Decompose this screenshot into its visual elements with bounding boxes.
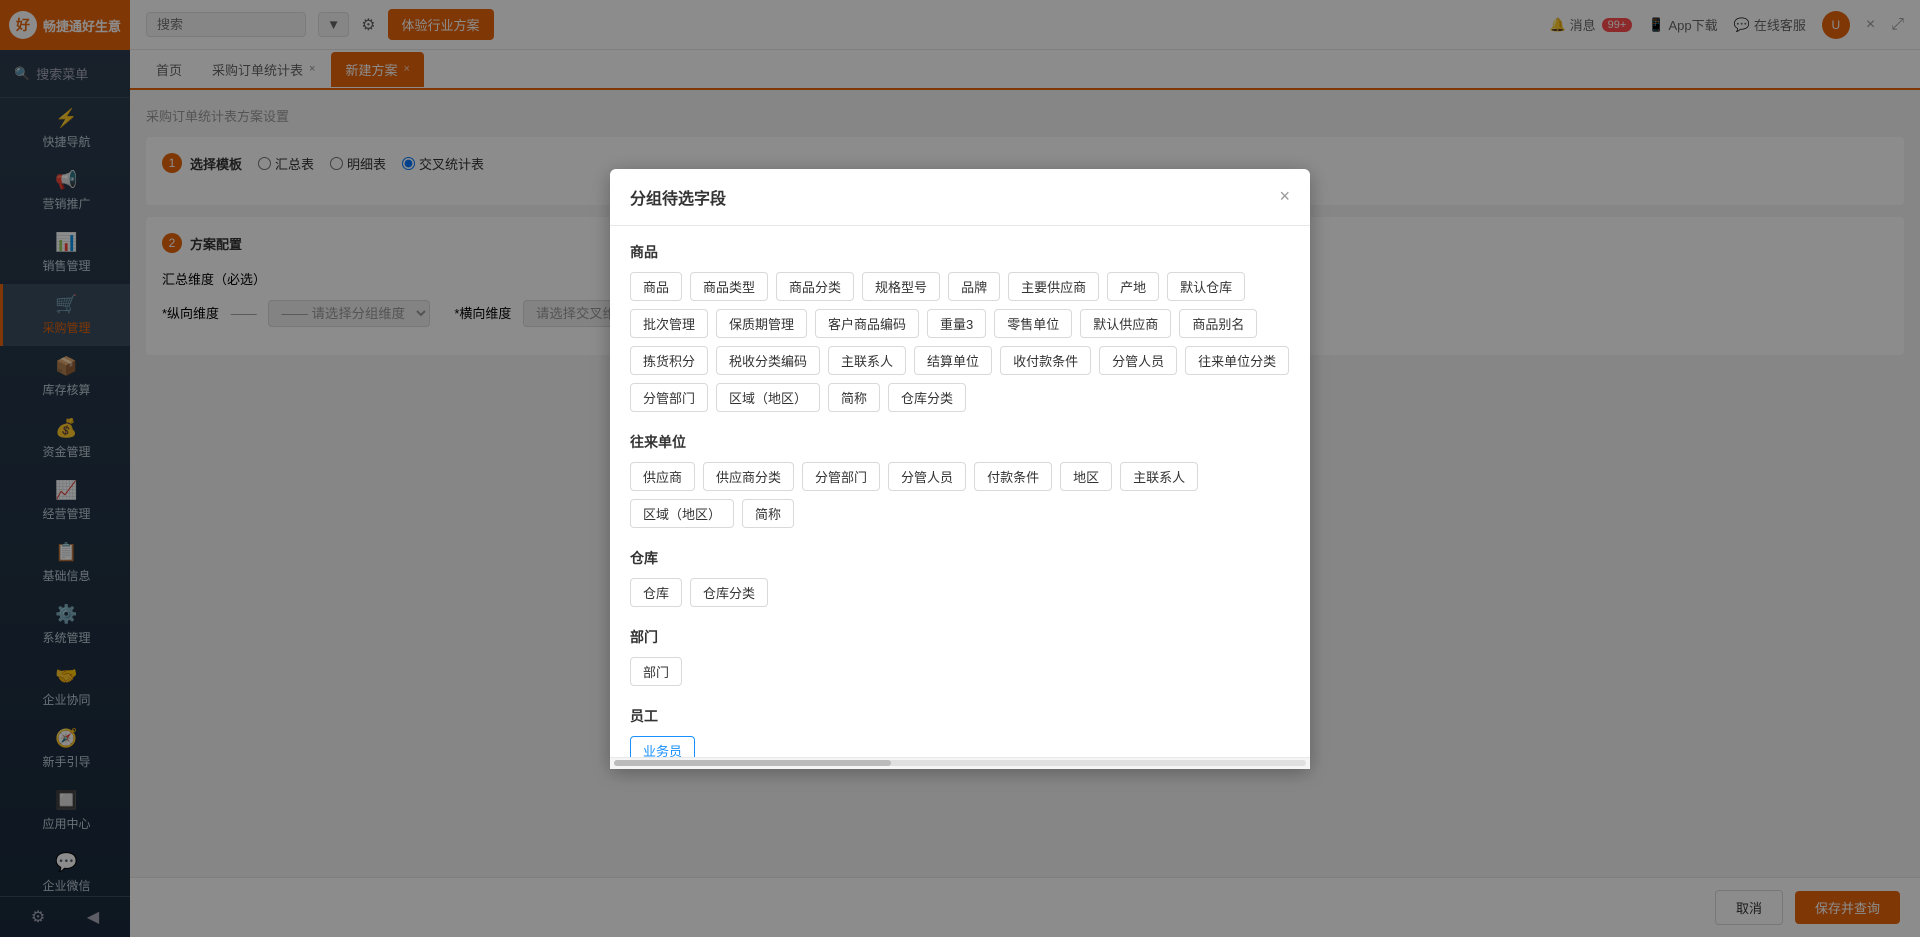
field-tag[interactable]: 仓库 [630,578,682,607]
field-group-warehouse-title: 仓库 [630,548,1290,568]
field-tag[interactable]: 批次管理 [630,309,708,338]
scrollbar-thumb [614,760,891,766]
field-group-product: 商品 商品 商品类型 商品分类 规格型号 品牌 主要供应商 产地 默认仓库 批次… [630,242,1290,412]
field-tag[interactable]: 地区 [1060,462,1112,491]
field-tag[interactable]: 重量3 [927,309,986,338]
field-tag[interactable]: 区域（地区） [630,499,734,528]
field-tag[interactable]: 简称 [828,383,880,412]
modal-close-button[interactable]: × [1279,186,1290,207]
field-tag[interactable]: 商品 [630,272,682,301]
field-tag[interactable]: 默认供应商 [1080,309,1171,338]
field-tag[interactable]: 仓库分类 [690,578,768,607]
scrollbar-track [614,760,1306,766]
modal-body[interactable]: 商品 商品 商品类型 商品分类 规格型号 品牌 主要供应商 产地 默认仓库 批次… [610,226,1310,757]
field-tag[interactable]: 主联系人 [828,346,906,375]
field-group-partner-title: 往来单位 [630,432,1290,452]
field-tag[interactable]: 保质期管理 [716,309,807,338]
field-tag[interactable]: 付款条件 [974,462,1052,491]
field-tag[interactable]: 区域（地区） [716,383,820,412]
field-tag[interactable]: 简称 [742,499,794,528]
field-selection-modal: 分组待选字段 × 商品 商品 商品类型 商品分类 规格型号 品牌 主要供应商 产… [610,169,1310,769]
field-tag[interactable]: 结算单位 [914,346,992,375]
field-tag[interactable]: 分管部门 [802,462,880,491]
field-tag[interactable]: 供应商 [630,462,695,491]
field-tag[interactable]: 税收分类编码 [716,346,820,375]
field-group-product-title: 商品 [630,242,1290,262]
partner-field-tags: 供应商 供应商分类 分管部门 分管人员 付款条件 地区 主联系人 区域（地区） … [630,462,1290,528]
department-field-tags: 部门 [630,657,1290,686]
field-tag[interactable]: 收付款条件 [1000,346,1091,375]
field-tag[interactable]: 零售单位 [994,309,1072,338]
field-tag[interactable]: 主要供应商 [1008,272,1099,301]
field-group-department-title: 部门 [630,627,1290,647]
field-tag-employee[interactable]: 业务员 [630,736,695,757]
employee-field-tags: 业务员 [630,736,1290,757]
field-tag[interactable]: 规格型号 [862,272,940,301]
modal-scrollbar[interactable] [610,757,1310,769]
warehouse-field-tags: 仓库 仓库分类 [630,578,1290,607]
modal-overlay: 分组待选字段 × 商品 商品 商品类型 商品分类 规格型号 品牌 主要供应商 产… [0,0,1920,937]
field-tag[interactable]: 分管人员 [1099,346,1177,375]
field-tag[interactable]: 客户商品编码 [815,309,919,338]
field-tag[interactable]: 商品类型 [690,272,768,301]
field-group-employee-title: 员工 [630,706,1290,726]
field-tag[interactable]: 部门 [630,657,682,686]
field-tag[interactable]: 分管部门 [630,383,708,412]
field-group-department: 部门 部门 [630,627,1290,686]
field-group-warehouse: 仓库 仓库 仓库分类 [630,548,1290,607]
product-field-tags: 商品 商品类型 商品分类 规格型号 品牌 主要供应商 产地 默认仓库 批次管理 … [630,272,1290,412]
field-tag[interactable]: 默认仓库 [1167,272,1245,301]
field-tag[interactable]: 供应商分类 [703,462,794,491]
field-tag[interactable]: 商品分类 [776,272,854,301]
field-tag[interactable]: 分管人员 [888,462,966,491]
field-tag[interactable]: 拣货积分 [630,346,708,375]
modal-header: 分组待选字段 × [610,169,1310,226]
field-tag[interactable]: 仓库分类 [888,383,966,412]
field-tag[interactable]: 商品别名 [1179,309,1257,338]
field-group-employee: 员工 业务员 [630,706,1290,757]
field-tag[interactable]: 主联系人 [1120,462,1198,491]
field-group-partner: 往来单位 供应商 供应商分类 分管部门 分管人员 付款条件 地区 主联系人 区域… [630,432,1290,528]
field-tag[interactable]: 品牌 [948,272,1000,301]
field-tag[interactable]: 产地 [1107,272,1159,301]
field-tag[interactable]: 往来单位分类 [1185,346,1289,375]
modal-title: 分组待选字段 [630,185,726,209]
